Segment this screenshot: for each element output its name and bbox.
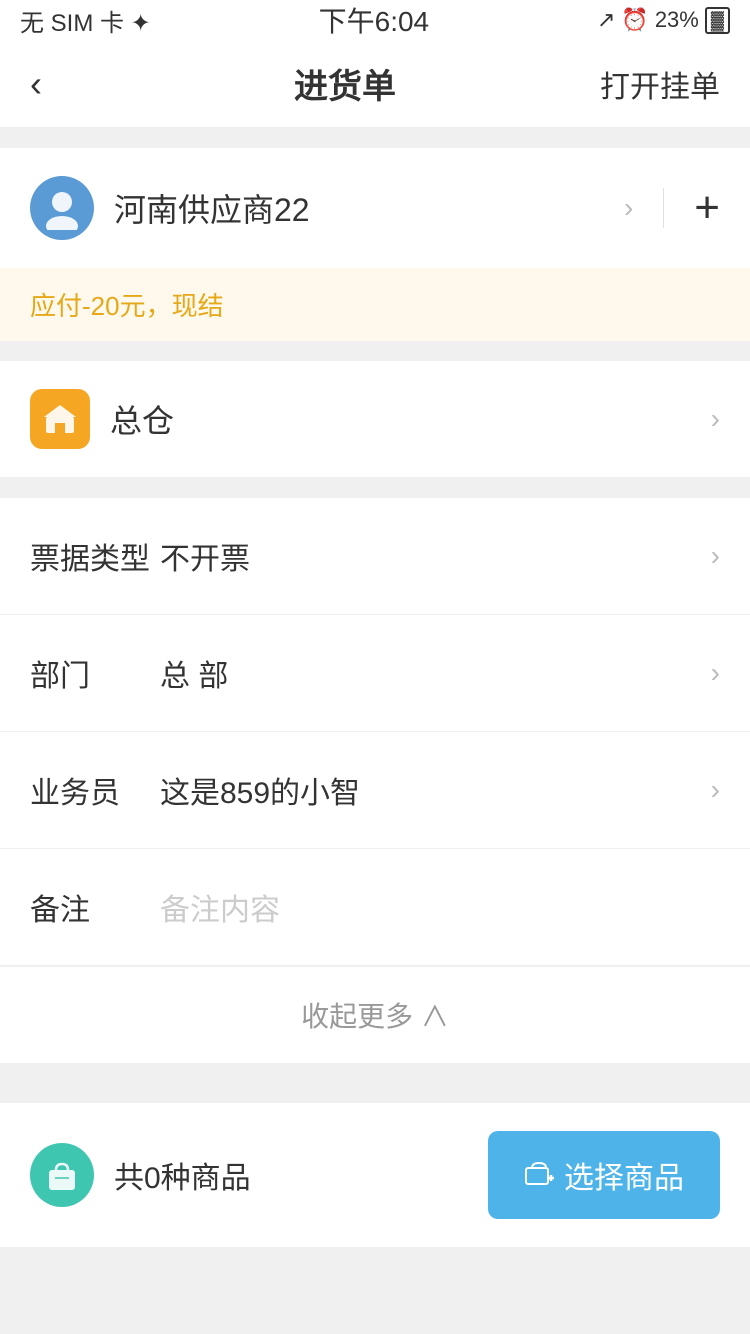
section-gap-3	[0, 478, 750, 498]
battery-text: 23%	[655, 7, 699, 33]
location-icon: ↗	[597, 7, 615, 33]
section-gap-4	[0, 1063, 750, 1083]
cart-plus-icon	[524, 1160, 554, 1190]
select-product-button[interactable]: 选择商品	[488, 1131, 720, 1219]
product-count: 共0种商品	[114, 1153, 488, 1197]
note-label: 备注	[30, 885, 160, 929]
open-pending-button[interactable]: 打开挂单	[600, 62, 720, 106]
warehouse-name: 总仓	[110, 396, 711, 442]
shopping-bag-icon	[43, 1156, 81, 1194]
department-chevron-icon: ›	[711, 657, 720, 689]
supplier-name: 河南供应商22	[114, 185, 624, 231]
alarm-icon: ⏰	[621, 7, 648, 33]
department-row[interactable]: 部门 总 部 ›	[0, 615, 750, 732]
product-icon-wrap	[30, 1143, 94, 1207]
balance-notice: 应付-20元，现结	[0, 268, 750, 341]
collapse-label: 收起更多 ∧	[301, 995, 449, 1035]
salesman-value: 这是859的小智	[160, 768, 711, 812]
person-icon	[30, 176, 94, 240]
page-title: 进货单	[294, 59, 396, 108]
invoice-chevron-icon: ›	[711, 540, 720, 572]
warehouse-icon	[42, 401, 78, 437]
salesman-row[interactable]: 业务员 这是859的小智 ›	[0, 732, 750, 849]
warehouse-chevron-icon: ›	[711, 403, 720, 435]
vertical-divider	[663, 188, 664, 228]
status-bar: 无 SIM 卡 ✦ 下午6:04 ↗ ⏰ 23% ▓	[0, 0, 750, 40]
status-time: 下午6:04	[319, 0, 430, 40]
section-gap-1	[0, 128, 750, 148]
invoice-row[interactable]: 票据类型 不开票 ›	[0, 498, 750, 615]
signal-text: 无 SIM 卡 ✦	[20, 3, 151, 38]
back-button[interactable]: ‹	[30, 63, 90, 105]
invoice-value: 不开票	[160, 534, 711, 578]
note-row[interactable]: 备注 备注内容	[0, 849, 750, 966]
battery-icon: ▓	[705, 7, 730, 34]
supplier-card: 河南供应商22 › + 应付-20元，现结	[0, 148, 750, 341]
supplier-row[interactable]: 河南供应商22 › +	[0, 148, 750, 268]
supplier-chevron-icon: ›	[624, 192, 633, 224]
select-product-label: 选择商品	[564, 1153, 684, 1197]
supplier-avatar	[30, 176, 94, 240]
department-label: 部门	[30, 651, 160, 695]
salesman-label: 业务员	[30, 768, 160, 812]
add-supplier-button[interactable]: +	[694, 183, 720, 233]
warehouse-row[interactable]: 总仓 ›	[0, 361, 750, 478]
department-value: 总 部	[160, 651, 711, 695]
bottom-section: 共0种商品 选择商品	[0, 1103, 750, 1247]
form-section: 票据类型 不开票 › 部门 总 部 › 业务员 这是859的小智 › 备注 备注…	[0, 498, 750, 1063]
invoice-label: 票据类型	[30, 534, 160, 578]
status-right: ↗ ⏰ 23% ▓	[597, 7, 730, 34]
section-gap-2	[0, 341, 750, 361]
nav-bar: ‹ 进货单 打开挂单	[0, 40, 750, 128]
note-placeholder: 备注内容	[160, 885, 720, 929]
status-left: 无 SIM 卡 ✦	[20, 3, 151, 38]
warehouse-icon-wrap	[30, 389, 90, 449]
salesman-chevron-icon: ›	[711, 774, 720, 806]
collapse-row[interactable]: 收起更多 ∧	[0, 966, 750, 1063]
supplier-right-actions: › +	[624, 183, 720, 233]
